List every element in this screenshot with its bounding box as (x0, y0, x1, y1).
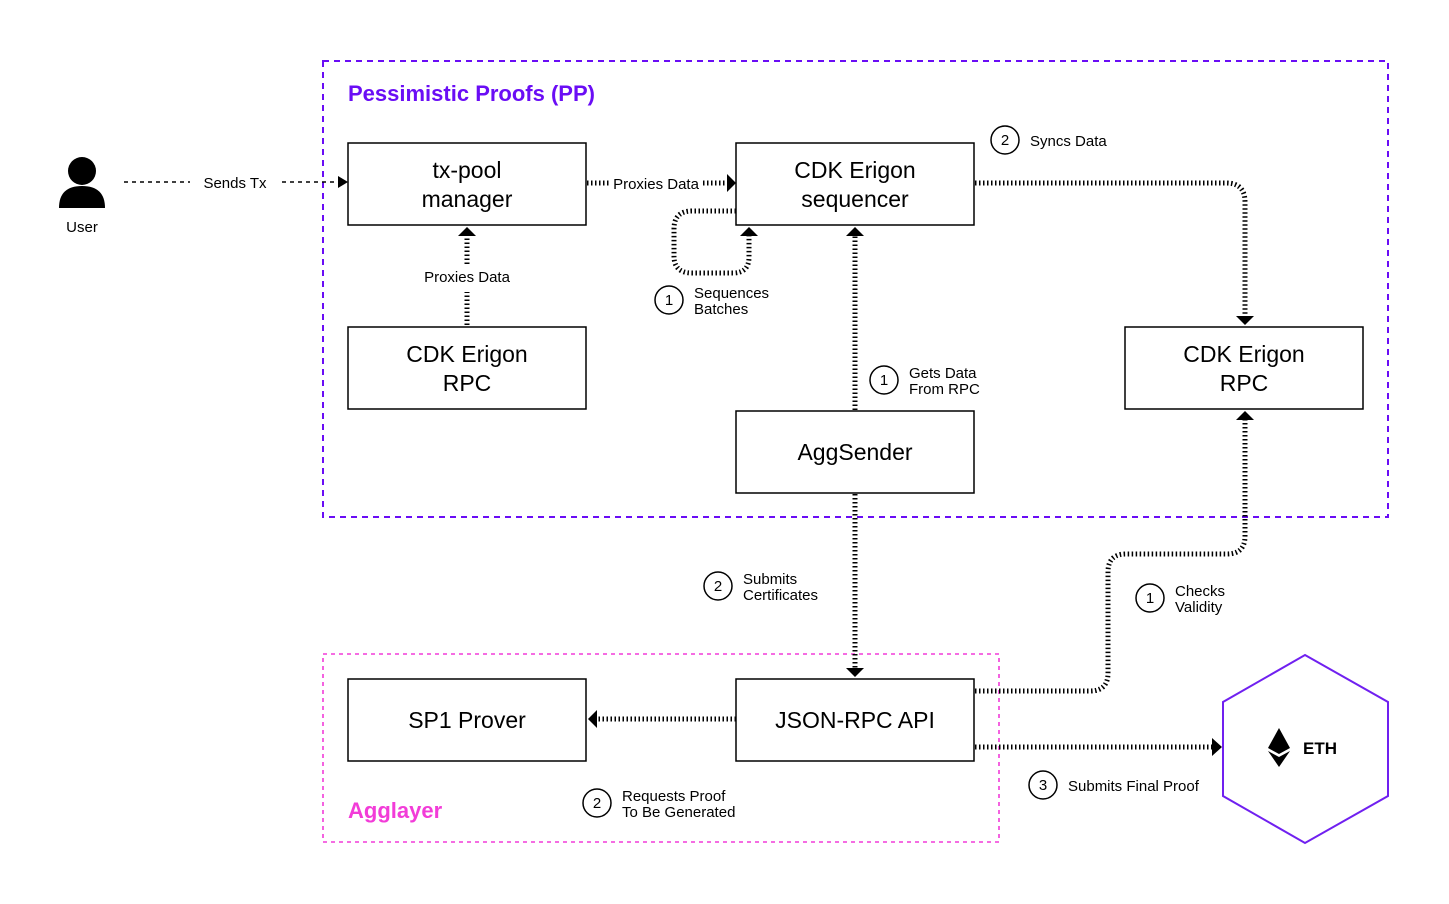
gets-data-label: Gets Data (909, 365, 977, 382)
node-label: sequencer (801, 186, 909, 212)
agglayer-group-title: Agglayer (348, 798, 443, 823)
node-txpool-manager[interactable]: tx-pool manager (347, 142, 587, 226)
node-aggsender[interactable]: AggSender (735, 410, 975, 494)
node-cdk-erigon-rpc-right[interactable]: CDK Erigon RPC (1124, 326, 1364, 410)
node-label: AggSender (797, 439, 912, 465)
svg-text:Validity: Validity (1175, 599, 1223, 616)
edge-checks-validity: 1 Checks Validity (975, 411, 1254, 694)
node-cdk-erigon-rpc-left[interactable]: CDK Erigon RPC (347, 326, 587, 410)
svg-text:1: 1 (880, 372, 888, 389)
svg-text:From RPC: From RPC (909, 381, 980, 398)
edge-proxies-data-horizontal: Proxies Data (587, 174, 736, 193)
node-cdk-erigon-sequencer[interactable]: CDK Erigon sequencer (735, 142, 975, 226)
svg-text:2: 2 (1001, 132, 1009, 149)
node-label: manager (422, 186, 513, 212)
proxies-data-label-horizontal: Proxies Data (613, 176, 700, 193)
node-label: SP1 Prover (408, 707, 526, 733)
user-label: User (66, 219, 98, 236)
syncs-data-label: Syncs Data (1030, 133, 1107, 150)
submits-certificates-label: Submits (743, 571, 797, 588)
edge-syncs-data: 2 Syncs Data (975, 125, 1254, 325)
eth-label: ETH (1303, 739, 1337, 758)
requests-proof-label: Requests Proof (622, 788, 726, 805)
node-label: CDK Erigon (794, 157, 915, 183)
architecture-diagram: Pessimistic Proofs (PP) Agglayer User Se… (59, 60, 1389, 845)
submits-final-proof-label: Submits Final Proof (1068, 778, 1200, 795)
edge-submits-certificates: 2 Submits Certificates (703, 494, 864, 677)
edge-requests-proof: 2 Requests Proof To Be Generated (582, 710, 736, 821)
svg-text:To Be Generated: To Be Generated (622, 804, 735, 821)
proxies-data-label-vertical: Proxies Data (424, 269, 511, 286)
sends-tx-label: Sends Tx (203, 175, 267, 192)
checks-validity-label: Checks (1175, 583, 1225, 600)
node-json-rpc-api[interactable]: JSON-RPC API (735, 678, 975, 762)
user-icon (59, 157, 105, 208)
node-label: RPC (443, 370, 492, 396)
node-label: tx-pool (432, 157, 501, 183)
node-label: RPC (1220, 370, 1269, 396)
svg-text:Batches: Batches (694, 301, 748, 318)
sequences-batches-label: Sequences (694, 285, 769, 302)
svg-text:2: 2 (593, 795, 601, 812)
edge-proxies-data-vertical: Proxies Data (424, 227, 511, 325)
edge-gets-data: 1 Gets Data From RPC (846, 227, 980, 410)
node-label: CDK Erigon (406, 341, 527, 367)
user-actor[interactable]: User (59, 157, 105, 236)
svg-text:2: 2 (714, 578, 722, 595)
pp-group-title: Pessimistic Proofs (PP) (348, 81, 595, 106)
node-label: JSON-RPC API (775, 707, 935, 733)
svg-text:1: 1 (665, 292, 673, 309)
edge-sequences-batches: 1 Sequences Batches (654, 208, 769, 318)
svg-text:3: 3 (1039, 777, 1047, 794)
svg-text:Certificates: Certificates (743, 587, 818, 604)
node-eth[interactable]: ETH (1222, 653, 1389, 845)
edge-sends-tx: Sends Tx (124, 175, 348, 192)
node-sp1-prover[interactable]: SP1 Prover (347, 678, 587, 762)
edge-submits-final-proof: 3 Submits Final Proof (975, 738, 1222, 800)
node-label: CDK Erigon (1183, 341, 1304, 367)
svg-text:1: 1 (1146, 590, 1154, 607)
